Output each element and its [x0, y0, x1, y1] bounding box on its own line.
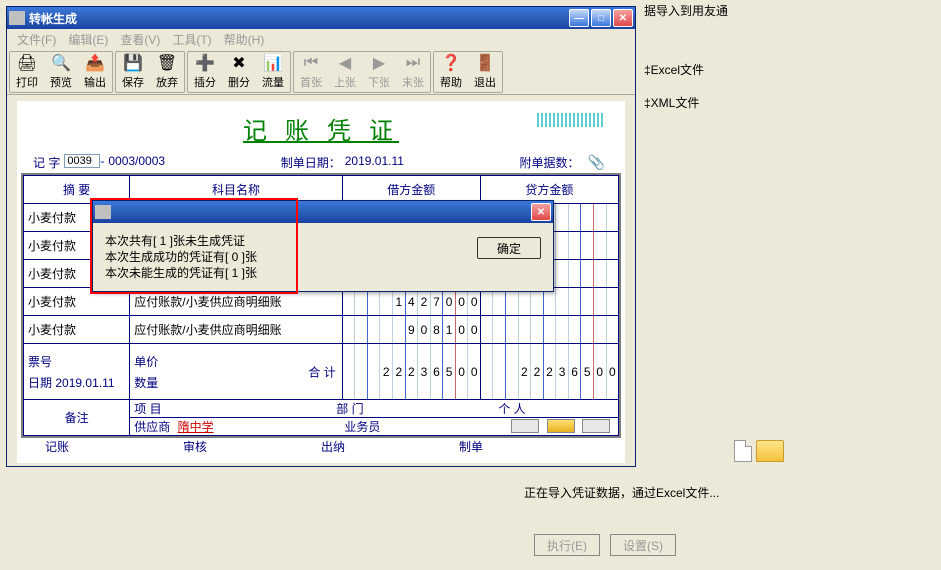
preview-icon: 🔍: [51, 53, 71, 73]
total-credit: 22236500: [480, 344, 618, 400]
footer-row: 票号 日期 2019.01.11 单价 数量 合 计 22236500 2223…: [24, 344, 619, 400]
paperclip-icon[interactable]: 📎: [588, 154, 605, 171]
settings-button[interactable]: 设置(S): [610, 534, 676, 556]
discard-icon: 🗑: [157, 53, 177, 73]
dialog-message: 本次共有[ 1 ]张未生成凭证 本次生成成功的凭证有[ 0 ]张 本次未能生成的…: [105, 233, 477, 281]
help-button[interactable]: ❓帮助: [434, 52, 468, 92]
voucher-title: 记 账 凭 证: [21, 105, 621, 152]
menu-edit[interactable]: 编辑(E): [62, 29, 114, 50]
subject-cell[interactable]: 应付账款/小麦供应商明细账: [130, 291, 342, 312]
last-button[interactable]: ⏭末张: [396, 52, 430, 92]
execute-button[interactable]: 执行(E): [534, 534, 600, 556]
close-button[interactable]: ✕: [613, 9, 633, 27]
barcode-icon: [537, 113, 603, 127]
signature-row: 记账 审核 出纳 制单: [21, 436, 621, 457]
attach-label: 附单据数：: [520, 154, 580, 171]
prev-button[interactable]: ◀上张: [328, 52, 362, 92]
dialog-close-button[interactable]: ✕: [531, 203, 551, 221]
seq1-input[interactable]: [64, 154, 100, 168]
bottom-buttons: 执行(E) 设置(S): [534, 534, 676, 556]
right-panel: 据导入到用友通 ‡Excel文件 ‡XML文件: [640, 0, 940, 113]
debit-cell[interactable]: 908100: [342, 316, 480, 344]
mini-btn-1[interactable]: [511, 419, 539, 433]
print-button[interactable]: 🖨打印: [10, 52, 44, 92]
subject-cell[interactable]: 应付账款/小麦供应商明细账: [130, 319, 342, 340]
help-icon: ❓: [441, 53, 461, 73]
delete-icon: ✖: [229, 53, 249, 73]
log-text: 正在导入凭证数据，通过Excel文件...: [524, 484, 719, 501]
next-button[interactable]: ▶下张: [362, 52, 396, 92]
total-debit: 22236500: [342, 344, 480, 400]
first-icon: ⏮: [301, 53, 321, 73]
remark-row: 备注 项 目 部 门 个 人: [24, 400, 619, 418]
ok-button[interactable]: 确定: [477, 237, 541, 259]
toolbar: 🖨打印 🔍预览 📤输出 💾保存 🗑放弃 ➕插分 ✖删分 📊流量 ⏮首张 ◀上张 …: [7, 49, 635, 95]
next-icon: ▶: [369, 53, 389, 73]
menu-tools[interactable]: 工具(T): [166, 29, 217, 50]
export-button[interactable]: 📤输出: [78, 52, 112, 92]
flow-icon: 📊: [263, 53, 283, 73]
insert-icon: ➕: [195, 53, 215, 73]
exit-icon: 🚪: [475, 53, 495, 73]
char-label: 记 字: [33, 154, 60, 171]
exit-button[interactable]: 🚪退出: [468, 52, 502, 92]
mini-btn-3[interactable]: [582, 419, 610, 433]
credit-cell[interactable]: [480, 316, 618, 344]
voucher-header: 记 字 - 0003/0003 制单日期： 2019.01.11 附单据数： 📎: [21, 152, 621, 173]
printer-icon: 🖨: [17, 53, 37, 73]
dialog-titlebar: ✕: [93, 201, 553, 223]
menu-file[interactable]: 文件(F): [11, 29, 62, 50]
app-icon: [9, 11, 25, 25]
table-row[interactable]: 小麦付款 应付账款/小麦供应商明细账 908100: [24, 316, 619, 344]
minimize-button[interactable]: —: [569, 9, 589, 27]
menu-help[interactable]: 帮助(H): [218, 29, 271, 50]
save-icon: 💾: [123, 53, 143, 73]
menubar: 文件(F) 编辑(E) 查看(V) 工具(T) 帮助(H): [7, 29, 635, 49]
discard-button[interactable]: 🗑放弃: [150, 52, 184, 92]
titlebar: 转帐生成 — □ ✕: [7, 7, 635, 29]
supplier-value[interactable]: 隋中学: [178, 420, 214, 434]
date-label: 制单日期：: [281, 154, 341, 171]
delete-button[interactable]: ✖删分: [222, 52, 256, 92]
folder-icon: [756, 440, 784, 462]
summary-cell[interactable]: 小麦付款: [24, 291, 129, 312]
message-dialog: ✕ 本次共有[ 1 ]张未生成凭证 本次生成成功的凭证有[ 0 ]张 本次未能生…: [92, 200, 554, 292]
maximize-button[interactable]: □: [591, 9, 611, 27]
app-icon: [95, 205, 111, 219]
date-value: 2019.01.11: [345, 154, 404, 171]
last-icon: ⏭: [403, 53, 423, 73]
menu-view[interactable]: 查看(V): [114, 29, 166, 50]
preview-button[interactable]: 🔍预览: [44, 52, 78, 92]
document-icon: [734, 440, 752, 462]
total-label: 合 计: [308, 363, 335, 380]
insert-button[interactable]: ➕插分: [188, 52, 222, 92]
export-icon: 📤: [85, 53, 105, 73]
first-button[interactable]: ⏮首张: [294, 52, 328, 92]
prev-icon: ◀: [335, 53, 355, 73]
window-title: 转帐生成: [29, 10, 569, 27]
folder-icons: [734, 440, 784, 462]
mini-btn-2[interactable]: [547, 419, 575, 433]
flow-button[interactable]: 📊流量: [256, 52, 290, 92]
seq2-label: 0003/0003: [108, 154, 165, 171]
save-button[interactable]: 💾保存: [116, 52, 150, 92]
summary-cell[interactable]: 小麦付款: [24, 319, 129, 340]
